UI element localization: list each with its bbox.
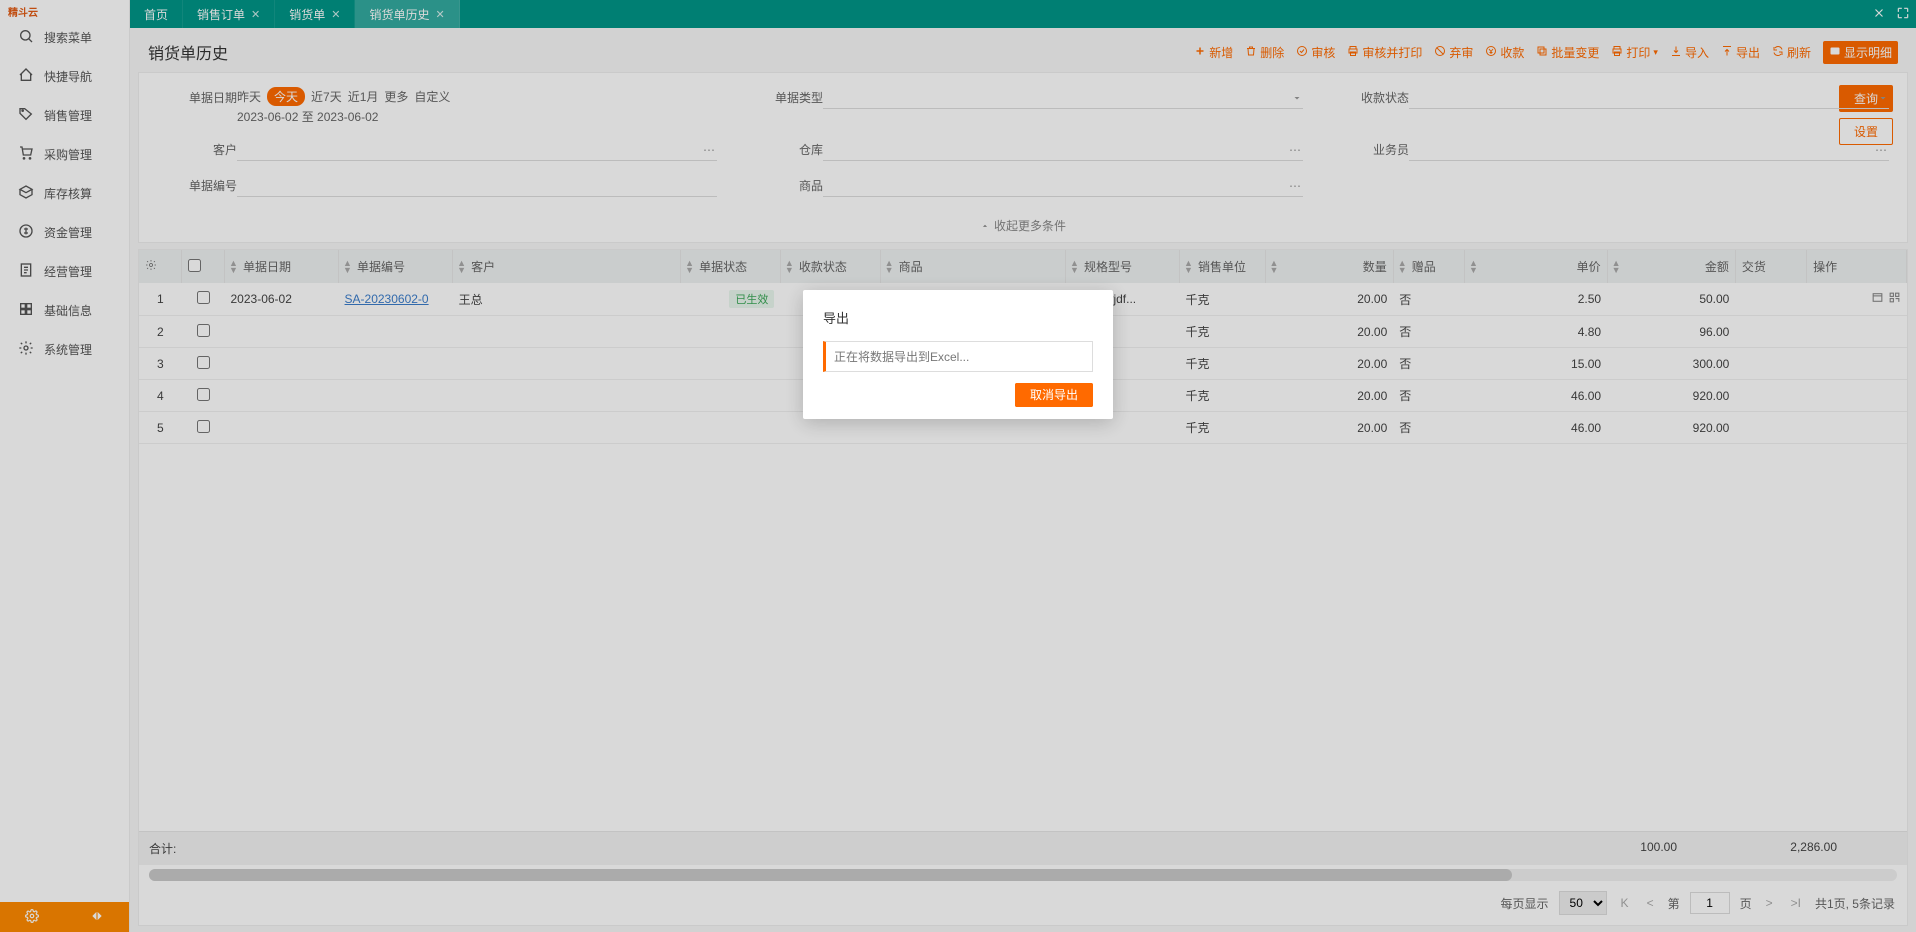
export-modal: 导出 正在将数据导出到Excel... 取消导出 [803,290,1113,419]
modal-title: 导出 [823,308,1093,327]
cancel-export-button[interactable]: 取消导出 [1015,383,1093,407]
modal-overlay: 导出 正在将数据导出到Excel... 取消导出 [0,0,1916,932]
modal-message: 正在将数据导出到Excel... [823,341,1093,372]
